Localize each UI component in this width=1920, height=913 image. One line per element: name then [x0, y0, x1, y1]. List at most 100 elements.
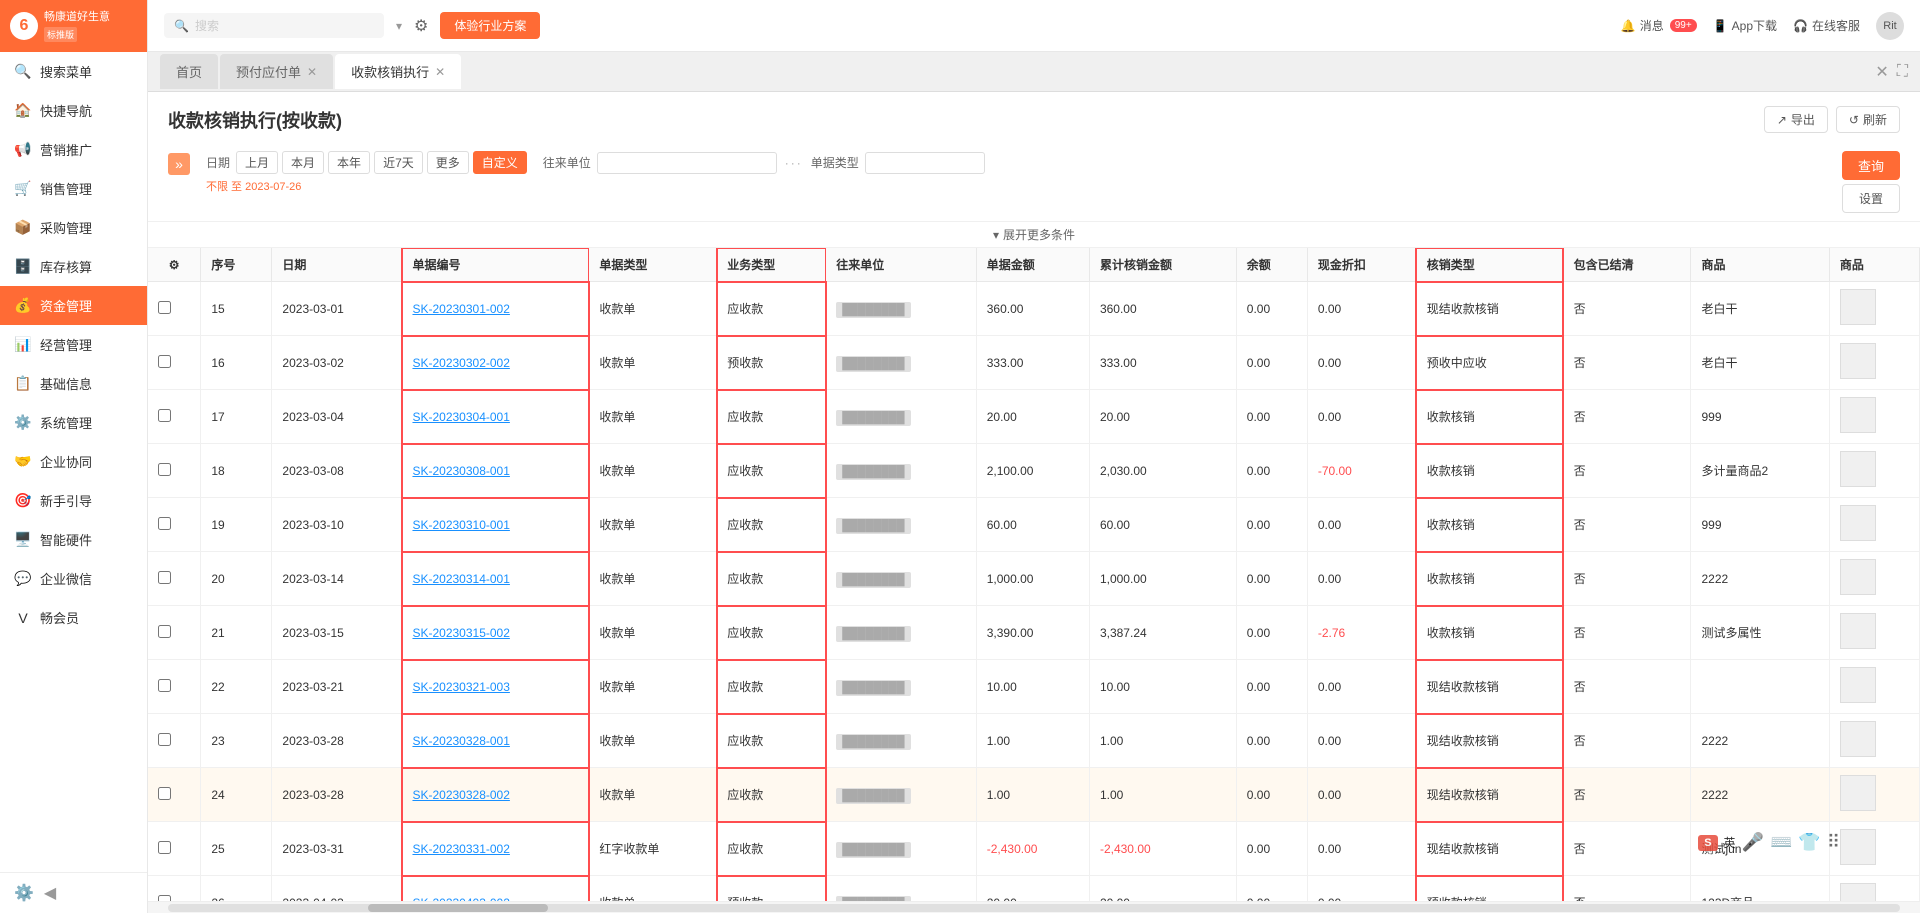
settings-icon[interactable]: ⚙️: [14, 883, 34, 903]
sidebar-item-basic[interactable]: 📋基础信息: [0, 364, 147, 403]
cell-doc-no[interactable]: SK-20230301-002: [402, 282, 589, 336]
cell-checkbox[interactable]: [148, 552, 201, 606]
refresh-btn[interactable]: ↺ 刷新: [1836, 106, 1900, 133]
cell-no: 18: [201, 444, 272, 498]
cell-partner: ████████: [826, 282, 977, 336]
cell-biz-type: 应收款: [717, 714, 826, 768]
date-btn-more[interactable]: 更多: [427, 151, 469, 174]
sidebar-item-sales[interactable]: 🛒销售管理: [0, 169, 147, 208]
sidebar-item-search[interactable]: 🔍搜索菜单: [0, 52, 147, 91]
receipt-type-select[interactable]: [865, 152, 985, 174]
cell-checkbox[interactable]: [148, 768, 201, 822]
notifications-btn[interactable]: 🔔 消息 99+: [1621, 17, 1697, 34]
sidebar-item-hardware[interactable]: 🖥️智能硬件: [0, 520, 147, 559]
tab-home[interactable]: 首页: [160, 54, 218, 89]
cell-doc-no[interactable]: SK-20230308-001: [402, 444, 589, 498]
search-chevron-icon[interactable]: ▾: [396, 19, 402, 33]
sidebar-item-wechat[interactable]: 💬企业微信: [0, 559, 147, 598]
collapse-icon[interactable]: ◀: [44, 883, 56, 903]
cell-checkbox[interactable]: [148, 444, 201, 498]
table-row[interactable]: 18 2023-03-08 SK-20230308-001 收款单 应收款 ██…: [148, 444, 1920, 498]
cell-doc-no[interactable]: SK-20230315-002: [402, 606, 589, 660]
sidebar-item-purchase[interactable]: 📦采购管理: [0, 208, 147, 247]
app-download-btn[interactable]: 📱 App下载: [1713, 17, 1777, 34]
partner-input[interactable]: [597, 152, 777, 174]
sidebar-item-quicknav[interactable]: 🏠快捷导航: [0, 91, 147, 130]
date-btn-7days[interactable]: 近7天: [374, 151, 423, 174]
cell-doc-no[interactable]: SK-20230304-001: [402, 390, 589, 444]
cell-doc-no[interactable]: SK-20230302-002: [402, 336, 589, 390]
date-btn-this-month[interactable]: 本月: [282, 151, 324, 174]
cell-checkbox[interactable]: [148, 336, 201, 390]
table-row[interactable]: 16 2023-03-02 SK-20230302-002 收款单 预收款 ██…: [148, 336, 1920, 390]
export-btn[interactable]: ↗ 导出: [1764, 106, 1828, 133]
cell-amount: 1.00: [976, 714, 1089, 768]
sidebar-item-guide[interactable]: 🎯新手引导: [0, 481, 147, 520]
table-row[interactable]: 23 2023-03-28 SK-20230328-001 收款单 应收款 ██…: [148, 714, 1920, 768]
horizontal-scrollbar[interactable]: [148, 901, 1920, 913]
cell-product: 多计量商品2: [1691, 444, 1829, 498]
table-row[interactable]: 21 2023-03-15 SK-20230315-002 收款单 应收款 ██…: [148, 606, 1920, 660]
table-row[interactable]: 20 2023-03-14 SK-20230314-001 收款单 应收款 ██…: [148, 552, 1920, 606]
table-wrapper[interactable]: ⚙ 序号 日期 单据编号 单据类型 业务类型 往来单位 单据金额 累计核销金额 …: [148, 248, 1920, 901]
tab-close-prepay[interactable]: ✕: [307, 65, 317, 79]
table-row[interactable]: 25 2023-03-31 SK-20230331-002 红字收款单 应收款 …: [148, 822, 1920, 876]
topbar-gear-icon[interactable]: ⚙: [414, 16, 428, 36]
topbar-search-box[interactable]: 🔍 搜索: [164, 13, 384, 38]
cell-verified: 1.00: [1089, 714, 1236, 768]
cell-checkbox[interactable]: [148, 822, 201, 876]
cell-doc-no[interactable]: SK-20230328-001: [402, 714, 589, 768]
cell-checkbox[interactable]: [148, 714, 201, 768]
table-row[interactable]: 26 2023-04-03 SK-20230403-002 收款单 预收款 ██…: [148, 876, 1920, 902]
table-row[interactable]: 22 2023-03-21 SK-20230321-003 收款单 应收款 ██…: [148, 660, 1920, 714]
cell-checkbox[interactable]: [148, 606, 201, 660]
cell-discount: -2.76: [1307, 606, 1416, 660]
table-row[interactable]: 24 2023-03-28 SK-20230328-002 收款单 应收款 ██…: [148, 768, 1920, 822]
sidebar-item-member[interactable]: V畅会员: [0, 598, 147, 637]
cell-balance: 0.00: [1236, 714, 1307, 768]
cell-doc-no[interactable]: SK-20230328-002: [402, 768, 589, 822]
partner-label: 往来单位: [543, 154, 591, 171]
sidebar-item-operation[interactable]: 📊经营管理: [0, 325, 147, 364]
query-btn[interactable]: 查询: [1842, 151, 1900, 180]
cell-doc-no[interactable]: SK-20230314-001: [402, 552, 589, 606]
date-btn-last-month[interactable]: 上月: [236, 151, 278, 174]
hardware-icon: 🖥️: [14, 531, 32, 549]
table-row[interactable]: 15 2023-03-01 SK-20230301-002 收款单 应收款 ██…: [148, 282, 1920, 336]
app-download-label: App下载: [1732, 17, 1777, 34]
cell-doc-no[interactable]: SK-20230403-002: [402, 876, 589, 902]
sidebar-item-collab[interactable]: 🤝企业协同: [0, 442, 147, 481]
expand-more-btn[interactable]: ▾ 展开更多条件: [993, 226, 1075, 243]
sidebar-item-system[interactable]: ⚙️系统管理: [0, 403, 147, 442]
industry-btn[interactable]: 体验行业方案: [440, 12, 540, 39]
sidebar-item-inventory[interactable]: 🗄️库存核算: [0, 247, 147, 286]
tab-expand-icon[interactable]: ⛶: [1897, 63, 1908, 81]
tab-receivable[interactable]: 收款核销执行✕: [335, 54, 461, 89]
scroll-thumb[interactable]: [368, 904, 548, 912]
online-service-btn[interactable]: 🎧 在线客服: [1793, 17, 1860, 34]
sidebar-item-marketing[interactable]: 📢营销推广: [0, 130, 147, 169]
cell-checkbox[interactable]: [148, 876, 201, 902]
cell-discount: 0.00: [1307, 876, 1416, 902]
table-row[interactable]: 17 2023-03-04 SK-20230304-001 收款单 应收款 ██…: [148, 390, 1920, 444]
cell-checkbox[interactable]: [148, 390, 201, 444]
tab-close-all-icon[interactable]: ✕: [1875, 62, 1888, 82]
table-body: 15 2023-03-01 SK-20230301-002 收款单 应收款 ██…: [148, 282, 1920, 902]
tab-close-receivable[interactable]: ✕: [435, 65, 445, 79]
cell-doc-no[interactable]: SK-20230331-002: [402, 822, 589, 876]
tab-prepay[interactable]: 预付应付单✕: [220, 54, 333, 89]
cell-checkbox[interactable]: [148, 498, 201, 552]
cell-amount: 3,390.00: [976, 606, 1089, 660]
filter-expand-btn[interactable]: »: [168, 153, 190, 175]
sidebar-item-finance[interactable]: 💰资金管理: [0, 286, 147, 325]
table-row[interactable]: 19 2023-03-10 SK-20230310-001 收款单 应收款 ██…: [148, 498, 1920, 552]
cell-checkbox[interactable]: [148, 660, 201, 714]
col-gear[interactable]: ⚙: [148, 248, 201, 282]
cell-doc-no[interactable]: SK-20230321-003: [402, 660, 589, 714]
user-avatar[interactable]: Rit: [1876, 12, 1904, 40]
settings-btn[interactable]: 设置: [1842, 184, 1900, 213]
cell-doc-no[interactable]: SK-20230310-001: [402, 498, 589, 552]
cell-checkbox[interactable]: [148, 282, 201, 336]
date-btn-this-year[interactable]: 本年: [328, 151, 370, 174]
date-btn-custom[interactable]: 自定义: [473, 151, 527, 174]
